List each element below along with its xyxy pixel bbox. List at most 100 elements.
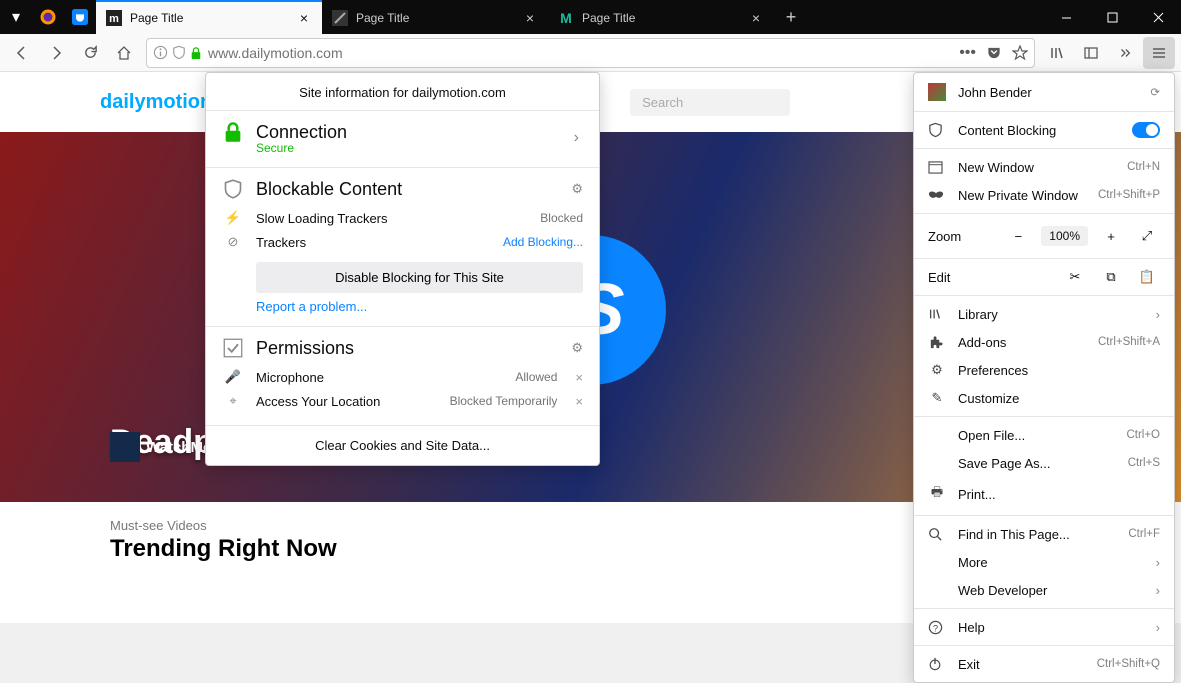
- app-menu-panel: John Bender ⟳ Content Blocking New Windo…: [913, 72, 1175, 683]
- star-icon[interactable]: [1012, 45, 1028, 61]
- url-input[interactable]: [208, 45, 953, 61]
- menu-help[interactable]: ? Help ›: [914, 613, 1174, 641]
- help-icon: ?: [928, 620, 946, 635]
- menu-preferences[interactable]: ⚙ Preferences: [914, 356, 1174, 384]
- menu-account[interactable]: John Bender ⟳: [914, 77, 1174, 107]
- library-icon: [928, 307, 946, 321]
- favicon-leaf-icon: [332, 10, 348, 26]
- paste-icon[interactable]: 📋: [1134, 269, 1160, 285]
- lock-icon: [222, 121, 244, 143]
- connection-status: Secure: [256, 141, 570, 155]
- menu-new-window[interactable]: New Window Ctrl+N: [914, 153, 1174, 181]
- sidebar-icon[interactable]: [1075, 37, 1107, 69]
- puzzle-icon: [928, 335, 946, 350]
- connection-title: Connection: [256, 122, 570, 143]
- zoom-level: 100%: [1041, 226, 1088, 246]
- reload-button[interactable]: [74, 37, 106, 69]
- new-tab-button[interactable]: +: [774, 0, 808, 34]
- sync-icon[interactable]: ⟳: [1150, 85, 1160, 99]
- menu-customize[interactable]: ✎ Customize: [914, 384, 1174, 412]
- back-button[interactable]: [6, 37, 38, 69]
- menu-library[interactable]: Library ›: [914, 300, 1174, 328]
- mask-icon: [928, 190, 946, 200]
- blockable-item-label: Trackers: [256, 235, 491, 250]
- print-icon: 🖶: [928, 483, 946, 505]
- overflow-icon[interactable]: [1109, 37, 1141, 69]
- pinned-app-icon[interactable]: [64, 0, 96, 34]
- disable-blocking-button[interactable]: Disable Blocking for This Site: [256, 262, 583, 293]
- site-info-panel: Site information for dailymotion.com Con…: [205, 72, 600, 466]
- chevron-right-icon: ›: [1156, 583, 1160, 598]
- zoom-in-button[interactable]: +: [1098, 224, 1124, 248]
- navigation-toolbar: •••: [0, 34, 1181, 72]
- window-menu-icon[interactable]: ▾: [0, 0, 32, 34]
- tab-3[interactable]: M Page Title ×: [548, 0, 774, 34]
- window-maximize-button[interactable]: [1089, 0, 1135, 34]
- window-minimize-button[interactable]: [1043, 0, 1089, 34]
- cut-icon[interactable]: ✂: [1062, 269, 1088, 285]
- site-logo[interactable]: dailymotion: [100, 91, 212, 114]
- menu-new-private-window[interactable]: New Private Window Ctrl+Shift+P: [914, 181, 1174, 209]
- site-search[interactable]: Search: [630, 89, 790, 116]
- menu-zoom: Zoom − 100% + ⤢: [914, 218, 1174, 254]
- microphone-icon: 🎤: [222, 369, 244, 385]
- page-actions-icon[interactable]: •••: [959, 44, 976, 62]
- svg-text:m: m: [109, 13, 119, 25]
- tab-2[interactable]: Page Title ×: [322, 0, 548, 34]
- blockable-title: Blockable Content: [256, 179, 559, 200]
- toggle-switch[interactable]: [1132, 122, 1160, 138]
- tracker-slow-icon: ⚡: [222, 210, 244, 226]
- report-problem-link[interactable]: Report a problem...: [256, 299, 583, 314]
- menu-content-blocking[interactable]: Content Blocking: [914, 116, 1174, 144]
- clear-cookies-button[interactable]: Clear Cookies and Site Data...: [206, 425, 599, 465]
- chevron-right-icon[interactable]: ›: [570, 129, 583, 147]
- gear-icon[interactable]: ⚙: [571, 340, 583, 356]
- zoom-out-button[interactable]: −: [1005, 224, 1031, 248]
- close-icon[interactable]: ×: [522, 10, 538, 26]
- add-blocking-link[interactable]: Add Blocking...: [503, 235, 583, 249]
- favicon-m2-icon: M: [558, 10, 574, 26]
- site-info-header: Site information for dailymotion.com: [206, 73, 599, 110]
- menu-find[interactable]: Find in This Page... Ctrl+F: [914, 520, 1174, 548]
- gear-icon[interactable]: ⚙: [571, 181, 583, 197]
- tab-strip: m Page Title × Page Title × M Page Title…: [96, 0, 1043, 34]
- window-titlebar: ▾ m Page Title × Page Title × M Page Tit…: [0, 0, 1181, 34]
- menu-open-file[interactable]: Open File... Ctrl+O: [914, 421, 1174, 449]
- menu-addons[interactable]: Add-ons Ctrl+Shift+A: [914, 328, 1174, 356]
- menu-print[interactable]: 🖶 Print...: [914, 477, 1174, 511]
- copy-icon[interactable]: ⧉: [1098, 269, 1124, 285]
- home-button[interactable]: [108, 37, 140, 69]
- shield-icon: [222, 178, 244, 200]
- forward-button[interactable]: [40, 37, 72, 69]
- tab-label: Page Title: [130, 11, 288, 25]
- perm-label: Access Your Location: [256, 394, 438, 409]
- close-icon[interactable]: ×: [575, 394, 583, 409]
- lock-icon: [190, 46, 202, 60]
- tab-label: Page Title: [356, 11, 514, 25]
- menu-web-developer[interactable]: Web Developer ›: [914, 576, 1174, 604]
- menu-more[interactable]: More ›: [914, 548, 1174, 576]
- avatar-icon: [928, 83, 946, 101]
- tracker-icon: ⊘: [222, 234, 244, 250]
- site-info-icon[interactable]: [153, 45, 168, 60]
- tab-label: Page Title: [582, 11, 740, 25]
- library-icon[interactable]: [1041, 37, 1073, 69]
- pocket-icon[interactable]: [986, 45, 1002, 60]
- shield-icon[interactable]: [172, 45, 186, 60]
- close-icon[interactable]: ×: [296, 10, 312, 26]
- menu-save-page[interactable]: Save Page As... Ctrl+S: [914, 449, 1174, 477]
- chevron-right-icon: ›: [1156, 307, 1160, 322]
- search-icon: [928, 527, 946, 541]
- perm-value: Blocked Temporarily: [450, 394, 558, 408]
- url-bar[interactable]: •••: [146, 38, 1035, 68]
- blockable-item-label: Slow Loading Trackers: [256, 211, 528, 226]
- fullscreen-icon[interactable]: ⤢: [1134, 224, 1160, 248]
- menu-exit[interactable]: Exit Ctrl+Shift+Q: [914, 650, 1174, 678]
- blockable-item-value: Blocked: [540, 211, 583, 225]
- window-close-button[interactable]: [1135, 0, 1181, 34]
- hamburger-menu-button[interactable]: [1143, 37, 1175, 69]
- close-icon[interactable]: ×: [575, 370, 583, 385]
- tab-1[interactable]: m Page Title ×: [96, 0, 322, 34]
- close-icon[interactable]: ×: [748, 10, 764, 26]
- favicon-m-icon: m: [106, 10, 122, 26]
